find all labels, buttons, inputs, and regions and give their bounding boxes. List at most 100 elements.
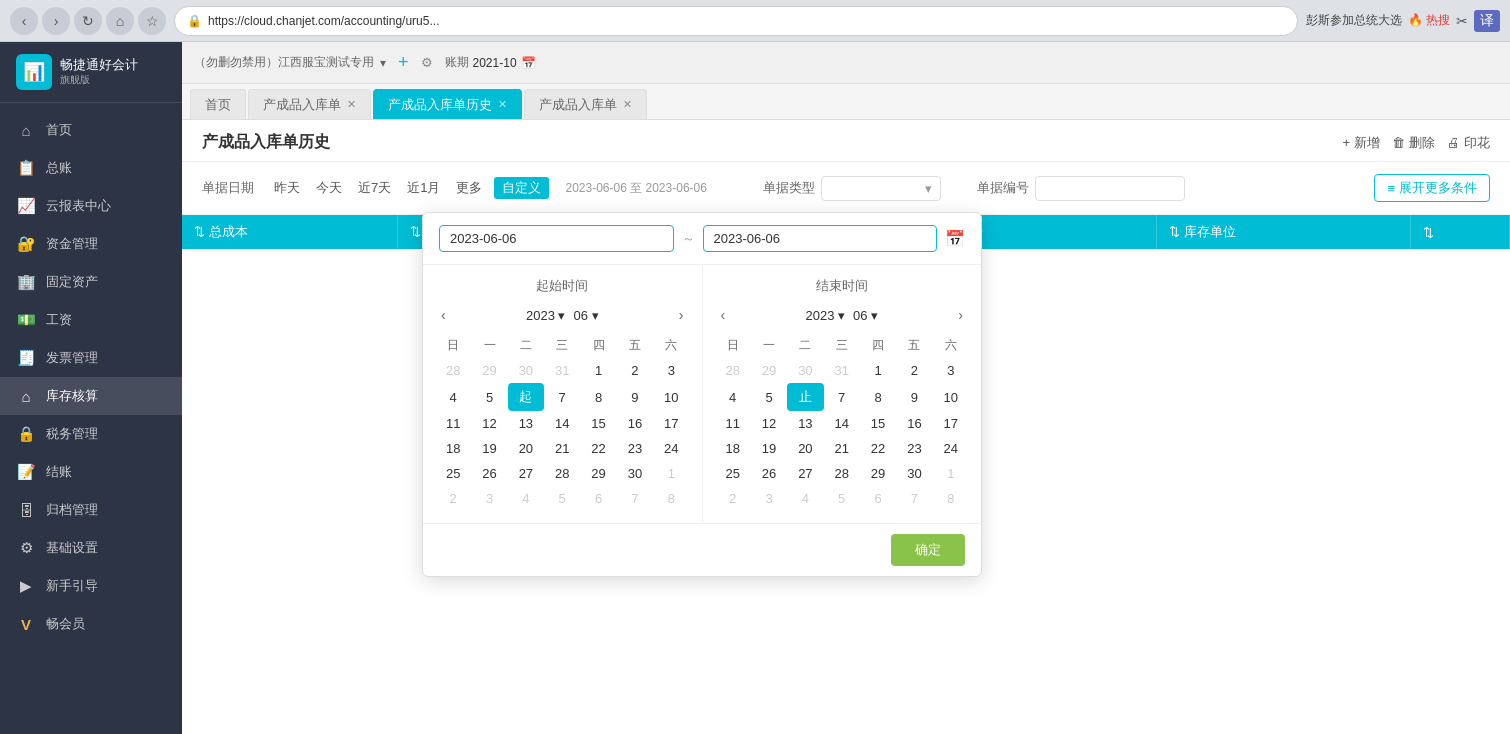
today-btn[interactable]: 今天 — [312, 177, 346, 199]
calendar-day[interactable]: 26 — [751, 461, 787, 486]
week-btn[interactable]: 近7天 — [354, 177, 395, 199]
tab-close-inventory-entry[interactable]: ✕ — [347, 98, 356, 111]
calendar-day[interactable]: 7 — [544, 383, 580, 411]
calendar-day[interactable]: 1 — [653, 461, 689, 486]
calendar-day[interactable]: 13 — [508, 411, 544, 436]
delete-button[interactable]: 🗑 删除 — [1392, 134, 1435, 152]
type-select[interactable]: ▾ — [821, 176, 941, 201]
calendar-day[interactable]: 5 — [824, 486, 860, 511]
calendar-day[interactable]: 15 — [580, 411, 616, 436]
calendar-day[interactable]: 29 — [471, 358, 507, 383]
company-selector[interactable]: （勿删勿禁用）江西服宝测试专用 ▾ — [194, 54, 386, 71]
reload-button[interactable]: ↻ — [74, 7, 102, 35]
start-year-select[interactable]: 2023 ▾ — [526, 308, 566, 323]
translate-icon[interactable]: 译 — [1474, 10, 1500, 32]
calendar-day[interactable]: 20 — [787, 436, 823, 461]
calendar-day[interactable]: 24 — [653, 436, 689, 461]
calendar-day[interactable]: 9 — [896, 383, 932, 411]
calendar-day[interactable]: 29 — [751, 358, 787, 383]
calendar-day[interactable]: 12 — [751, 411, 787, 436]
calendar-day[interactable]: 17 — [653, 411, 689, 436]
sidebar-item-payroll[interactable]: 💵 工资 — [0, 301, 182, 339]
calendar-day[interactable]: 28 — [544, 461, 580, 486]
calendar-day[interactable]: 15 — [860, 411, 896, 436]
tab-close-inventory-entry2[interactable]: ✕ — [623, 98, 632, 111]
col-unit[interactable]: ⇅ 库存单位 — [1157, 215, 1410, 249]
sidebar-item-invoice[interactable]: 🧾 发票管理 — [0, 339, 182, 377]
calendar-day[interactable]: 27 — [508, 461, 544, 486]
calendar-day[interactable]: 23 — [617, 436, 653, 461]
calendar-day[interactable]: 2 — [617, 358, 653, 383]
calendar-day[interactable]: 30 — [508, 358, 544, 383]
scissors-icon[interactable]: ✂ — [1456, 13, 1468, 29]
start-prev-btn[interactable]: ‹ — [435, 305, 452, 325]
sidebar-item-ledger[interactable]: 📋 总账 — [0, 149, 182, 187]
calendar-day[interactable]: 16 — [896, 411, 932, 436]
sidebar-item-assets[interactable]: 🏢 固定资产 — [0, 263, 182, 301]
calendar-day[interactable]: 19 — [751, 436, 787, 461]
tab-inventory-history[interactable]: 产成品入库单历史 ✕ — [373, 89, 522, 119]
confirm-date-btn[interactable]: 确定 — [891, 534, 965, 566]
sidebar-item-inventory[interactable]: ⌂ 库存核算 — [0, 377, 182, 415]
browser-nav-buttons[interactable]: ‹ › ↻ ⌂ ☆ — [10, 7, 166, 35]
number-input[interactable] — [1035, 176, 1185, 201]
calendar-day[interactable]: 11 — [435, 411, 471, 436]
calendar-day[interactable]: 8 — [933, 486, 969, 511]
more-btn[interactable]: 更多 — [452, 177, 486, 199]
calendar-day[interactable]: 16 — [617, 411, 653, 436]
calendar-day[interactable]: 7 — [896, 486, 932, 511]
yesterday-btn[interactable]: 昨天 — [270, 177, 304, 199]
add-company-btn[interactable]: + — [398, 52, 409, 73]
col-total-cost[interactable]: ⇅ 总成本 — [182, 215, 398, 249]
end-next-btn[interactable]: › — [952, 305, 969, 325]
end-year-select[interactable]: 2023 ▾ — [805, 308, 845, 323]
calendar-day[interactable]: 18 — [435, 436, 471, 461]
forward-button[interactable]: › — [42, 7, 70, 35]
calendar-day[interactable]: 27 — [787, 461, 823, 486]
print-button[interactable]: 🖨 印花 — [1447, 134, 1490, 152]
calendar-day[interactable]: 5 — [751, 383, 787, 411]
calendar-day[interactable]: 8 — [860, 383, 896, 411]
calendar-day[interactable]: 14 — [824, 411, 860, 436]
sidebar-item-settle[interactable]: 📝 结账 — [0, 453, 182, 491]
calendar-day[interactable]: 31 — [544, 358, 580, 383]
calendar-day[interactable]: 9 — [617, 383, 653, 411]
sidebar-item-archive[interactable]: 🗄 归档管理 — [0, 491, 182, 529]
calendar-day[interactable]: 29 — [580, 461, 616, 486]
calendar-day[interactable]: 4 — [715, 383, 751, 411]
calendar-day[interactable]: 30 — [787, 358, 823, 383]
calendar-day[interactable]: 止 — [787, 383, 823, 411]
calendar-day[interactable]: 起 — [508, 383, 544, 411]
calendar-day[interactable]: 3 — [933, 358, 969, 383]
calendar-day[interactable]: 26 — [471, 461, 507, 486]
calendar-day[interactable]: 2 — [715, 486, 751, 511]
end-month-select[interactable]: 06 ▾ — [853, 308, 878, 323]
calendar-day[interactable]: 2 — [896, 358, 932, 383]
calendar-day[interactable]: 7 — [617, 486, 653, 511]
calendar-day[interactable]: 30 — [896, 461, 932, 486]
calendar-day[interactable]: 3 — [653, 358, 689, 383]
sidebar-item-reports[interactable]: 📈 云报表中心 — [0, 187, 182, 225]
calendar-day[interactable]: 31 — [824, 358, 860, 383]
calendar-day[interactable]: 25 — [435, 461, 471, 486]
calendar-day[interactable]: 3 — [751, 486, 787, 511]
calendar-day[interactable]: 5 — [471, 383, 507, 411]
sidebar-item-home[interactable]: ⌂ 首页 — [0, 111, 182, 149]
home-button[interactable]: ⌂ — [106, 7, 134, 35]
month-btn[interactable]: 近1月 — [403, 177, 444, 199]
tab-home[interactable]: 首页 — [190, 89, 246, 119]
calendar-day[interactable]: 8 — [580, 383, 616, 411]
tab-inventory-entry[interactable]: 产成品入库单 ✕ — [248, 89, 371, 119]
calendar-day[interactable]: 28 — [435, 358, 471, 383]
calendar-toggle-icon[interactable]: 📅 — [945, 229, 965, 248]
calendar-day[interactable]: 21 — [544, 436, 580, 461]
start-date-input[interactable] — [439, 225, 674, 252]
calendar-day[interactable]: 4 — [435, 383, 471, 411]
sidebar-item-vip[interactable]: V 畅会员 — [0, 605, 182, 643]
calendar-day[interactable]: 7 — [824, 383, 860, 411]
calendar-day[interactable]: 17 — [933, 411, 969, 436]
calendar-day[interactable]: 19 — [471, 436, 507, 461]
sidebar-item-funds[interactable]: 🔐 资金管理 — [0, 225, 182, 263]
calendar-day[interactable]: 6 — [580, 486, 616, 511]
address-bar[interactable]: 🔒 https://cloud.chanjet.com/accounting/u… — [174, 6, 1298, 36]
